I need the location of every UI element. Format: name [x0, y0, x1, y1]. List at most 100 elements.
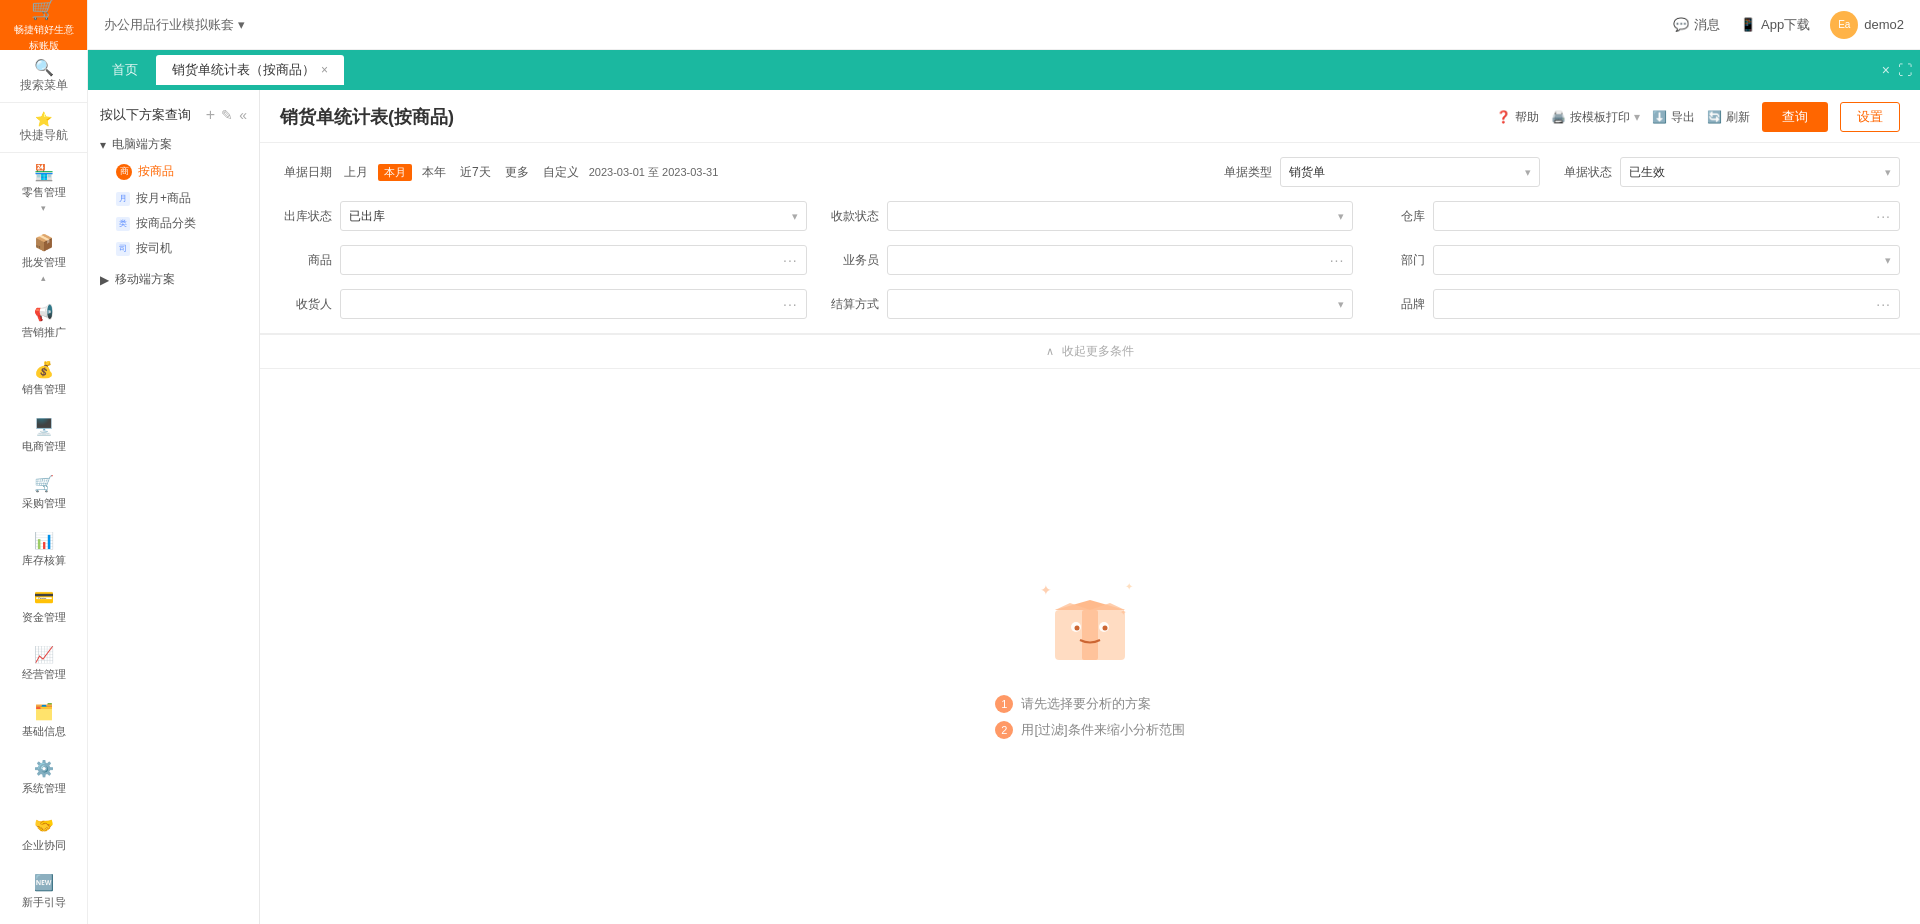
sidebar-item-app-center[interactable]: 🧩 应用中心	[0, 920, 87, 924]
type-control[interactable]: 销货单 ▾	[1280, 157, 1540, 187]
sidebar-item-purchase[interactable]: 🛒 采购管理	[0, 464, 87, 521]
status-label: 单据状态	[1560, 164, 1620, 181]
sidebar-item-system[interactable]: ⚙️ 系统管理	[0, 749, 87, 806]
app-logo[interactable]: 🛒 畅捷销好生意 标账版	[0, 0, 87, 50]
sidebar-item-operations[interactable]: 📈 经营管理	[0, 635, 87, 692]
date-7-btn[interactable]: 近7天	[456, 163, 495, 182]
sidebar-item-retail[interactable]: 🏪 零售管理 ▾	[0, 153, 87, 223]
help-button[interactable]: ❓ 帮助	[1496, 109, 1539, 126]
sidebar: 🛒 畅捷销好生意 标账版 🔍 搜索菜单 ⭐ 快捷导航 🏪 零售管理 ▾ 📦 批发…	[0, 0, 88, 924]
system-icon: ⚙️	[34, 759, 54, 778]
tab-sales-stat[interactable]: 销货单统计表（按商品） ×	[156, 55, 344, 85]
edit-scheme-button[interactable]: ✎	[221, 107, 233, 123]
filter-payment-status: 收款状态 ▾	[827, 201, 1354, 231]
tab-home[interactable]: 首页	[96, 55, 154, 85]
sidebar-item-basic[interactable]: 🗂️ 基础信息	[0, 692, 87, 749]
filter-row-3: 商品 ··· 业务员 ···	[280, 245, 1900, 275]
sidebar-item-finance[interactable]: 💳 资金管理	[0, 578, 87, 635]
filter-dept: 部门 ▾	[1373, 245, 1900, 275]
svg-text:✦: ✦	[1120, 608, 1127, 617]
payment-control[interactable]: ▾	[887, 201, 1354, 231]
scheme-group-desktop-title[interactable]: ▾ 电脑端方案	[88, 132, 259, 157]
avatar: Ea	[1830, 11, 1858, 39]
settings-button[interactable]: 设置	[1840, 102, 1900, 132]
scheme-group-mobile[interactable]: ▶ 移动端方案	[88, 267, 259, 292]
page-header: 销货单统计表(按商品) ❓ 帮助 🖨️ 按模板打印 ▾ ⬇️ 导出	[260, 90, 1920, 143]
scheme-item-by-product[interactable]: 商 按商品	[88, 157, 259, 186]
date-control[interactable]: 上月 本月 本年 近7天 更多 自定义 2023-03-01 至 2023-03…	[340, 157, 1200, 187]
collapse-label: 收起更多条件	[1062, 344, 1134, 358]
recipient-control[interactable]: ···	[340, 289, 807, 319]
brand-control[interactable]: ···	[1433, 289, 1900, 319]
collapse-panel-button[interactable]: «	[239, 107, 247, 123]
scheme-item-by-month-product[interactable]: 月 按月+商品	[88, 186, 259, 211]
date-year-btn[interactable]: 本年	[418, 163, 450, 182]
content-area: 按以下方案查询 + ✎ « ▾ 电脑端方案 商 按商品 月 按月	[88, 90, 1920, 924]
date-prev-btn[interactable]: 上月	[340, 163, 372, 182]
finance-icon: 💳	[34, 588, 54, 607]
sidebar-item-wholesale[interactable]: 📦 批发管理 ▴	[0, 223, 87, 293]
dept-dropdown-icon[interactable]: ▾	[1885, 254, 1891, 267]
stock-dropdown-icon[interactable]: ▾	[792, 210, 798, 223]
sidebar-item-enterprise[interactable]: 🤝 企业协同	[0, 806, 87, 863]
scheme-item-by-category[interactable]: 类 按商品分类	[88, 211, 259, 236]
salesman-control[interactable]: ···	[887, 245, 1354, 275]
product-control[interactable]: ···	[340, 245, 807, 275]
sidebar-item-inventory[interactable]: 📊 库存核算	[0, 521, 87, 578]
payment-method-control[interactable]: ▾	[887, 289, 1354, 319]
warehouse-more-icon[interactable]: ···	[1876, 208, 1891, 224]
tab-close-icon[interactable]: ×	[321, 63, 328, 77]
date-cur-btn[interactable]: 本月	[378, 164, 412, 181]
topbar: 办公用品行业模拟账套 ▾ 💬 消息 📱 App下载 Ea demo2	[88, 0, 1920, 50]
status-control[interactable]: 已生效 ▾	[1620, 157, 1900, 187]
tip-2-text: 用[过滤]条件来缩小分析范围	[1021, 721, 1184, 739]
sidebar-item-ecommerce[interactable]: 🖥️ 电商管理	[0, 407, 87, 464]
filter-salesman: 业务员 ···	[827, 245, 1354, 275]
stock-control[interactable]: 已出库 ▾	[340, 201, 807, 231]
filter-type: 单据类型 销货单 ▾	[1220, 157, 1540, 187]
date-custom-btn[interactable]: 自定义	[539, 163, 583, 182]
dept-control[interactable]: ▾	[1433, 245, 1900, 275]
tab-close-window[interactable]: ×	[1882, 62, 1890, 78]
msg-button[interactable]: 💬 消息	[1673, 16, 1720, 34]
filter-date: 单据日期 上月 本月 本年 近7天 更多 自定义 2023-03-01 至 20…	[280, 157, 1200, 187]
payment-method-dropdown-icon[interactable]: ▾	[1338, 298, 1344, 311]
breadcrumb-arrow: ▾	[238, 17, 245, 32]
sidebar-item-quick[interactable]: ⭐ 快捷导航	[0, 103, 87, 153]
print-button[interactable]: 🖨️ 按模板打印 ▾	[1551, 109, 1640, 126]
tab-maximize-icon[interactable]: ⛶	[1898, 62, 1912, 78]
type-dropdown-icon[interactable]: ▾	[1525, 166, 1531, 179]
query-button[interactable]: 查询	[1762, 102, 1828, 132]
recipient-label: 收货人	[280, 296, 340, 313]
app-download-button[interactable]: 📱 App下载	[1740, 16, 1810, 34]
empty-tips: 1 请先选择要分析的方案 2 用[过滤]条件来缩小分析范围	[995, 695, 1184, 739]
status-dropdown-icon[interactable]: ▾	[1885, 166, 1891, 179]
sidebar-item-search[interactable]: 🔍 搜索菜单	[0, 50, 87, 103]
salesman-more-icon[interactable]: ···	[1330, 252, 1345, 268]
recipient-more-icon[interactable]: ···	[783, 296, 798, 312]
scheme-by-category-label: 按商品分类	[136, 215, 196, 232]
scheme-item-by-driver[interactable]: 司 按司机	[88, 236, 259, 261]
main-area: 办公用品行业模拟账套 ▾ 💬 消息 📱 App下载 Ea demo2 首页	[88, 0, 1920, 924]
add-scheme-button[interactable]: +	[206, 106, 215, 124]
sidebar-item-marketing[interactable]: 📢 营销推广	[0, 293, 87, 350]
refresh-button[interactable]: 🔄 刷新	[1707, 109, 1750, 126]
scheme-active-icon: 商	[116, 164, 132, 180]
sidebar-item-guide[interactable]: 🆕 新手引导	[0, 863, 87, 920]
brand-more-icon[interactable]: ···	[1876, 296, 1891, 312]
inventory-icon: 📊	[34, 531, 54, 550]
empty-illustration: ✦ ✦ ✦	[1030, 555, 1150, 675]
breadcrumb[interactable]: 办公用品行业模拟账套 ▾	[104, 16, 245, 34]
brand-label: 品牌	[1373, 296, 1433, 313]
print-arrow: ▾	[1634, 110, 1640, 124]
msg-label: 消息	[1694, 16, 1720, 34]
sidebar-item-sales[interactable]: 💰 销售管理	[0, 350, 87, 407]
date-more-btn[interactable]: 更多	[501, 163, 533, 182]
operations-icon: 📈	[34, 645, 54, 664]
warehouse-control[interactable]: ···	[1433, 201, 1900, 231]
product-more-icon[interactable]: ···	[783, 252, 798, 268]
payment-dropdown-icon[interactable]: ▾	[1338, 210, 1344, 223]
collapse-bar[interactable]: ∧ 收起更多条件	[260, 334, 1920, 369]
export-button[interactable]: ⬇️ 导出	[1652, 109, 1695, 126]
user-menu[interactable]: Ea demo2	[1830, 11, 1904, 39]
